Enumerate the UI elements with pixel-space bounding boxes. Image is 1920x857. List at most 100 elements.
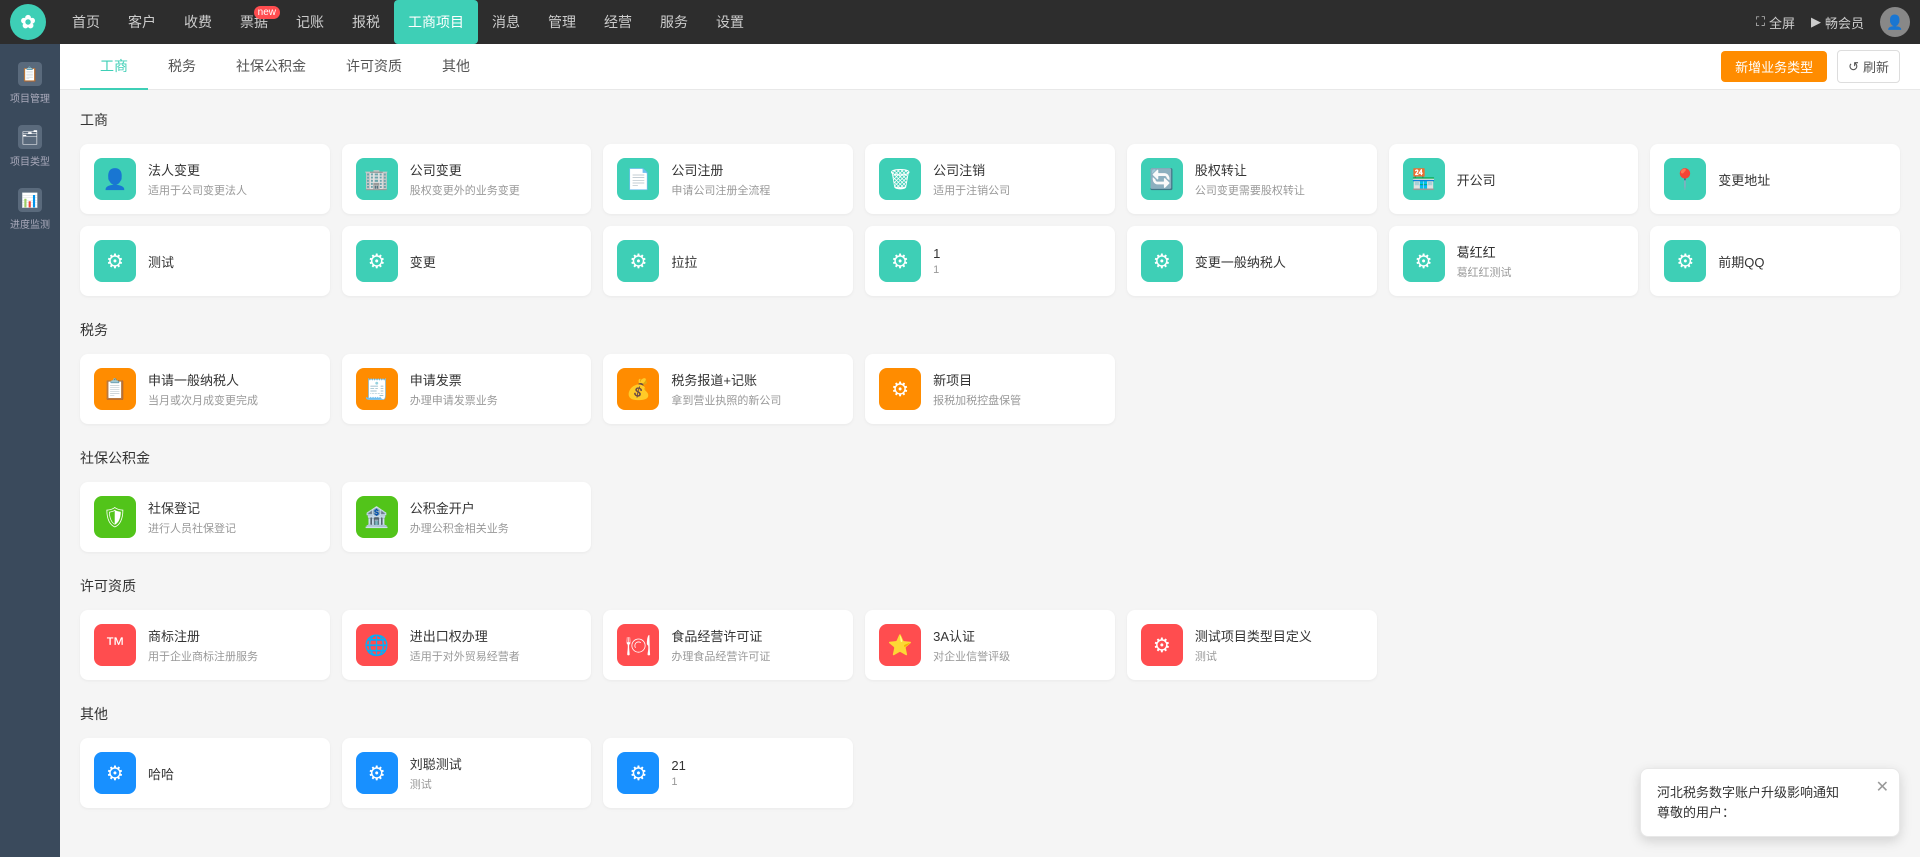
card-公司注册[interactable]: 📄 公司注册 申请公司注册全流程 bbox=[603, 144, 853, 214]
sidebar-item-项目管理[interactable]: 📋项目管理 bbox=[2, 54, 58, 113]
card-1[interactable]: ⚙ 1 1 bbox=[865, 226, 1115, 296]
card-食品经营许可证[interactable]: 🍽 食品经营许可证 办理食品经营许可证 bbox=[603, 610, 853, 680]
card-name: 股权转让 bbox=[1195, 160, 1363, 179]
card-icon: ⚙ bbox=[879, 240, 921, 282]
nav-item-工商项目[interactable]: 工商项目 bbox=[394, 0, 478, 44]
card-公司注销[interactable]: 🗑 公司注销 适用于注销公司 bbox=[865, 144, 1115, 214]
card-icon: ™ bbox=[94, 624, 136, 666]
nav-item-服务[interactable]: 服务 bbox=[646, 0, 702, 44]
nav-item-设置[interactable]: 设置 bbox=[702, 0, 758, 44]
card-变更[interactable]: ⚙ 变更 bbox=[342, 226, 592, 296]
card-变更地址[interactable]: 📍 变更地址 bbox=[1650, 144, 1900, 214]
card-desc: 报税加税控盘保管 bbox=[933, 392, 1101, 408]
card-icon: ⚙ bbox=[1664, 240, 1706, 282]
content-area: 工商税务社保公积金许可资质其他 新增业务类型 ↺ 刷新 工商 👤 法人变更 适用… bbox=[60, 44, 1920, 857]
card-icon: ⚙ bbox=[617, 752, 659, 794]
card-测试项目类型目定义[interactable]: ⚙ 测试项目类型目定义 测试 bbox=[1127, 610, 1377, 680]
card-text: 刘聪测试 测试 bbox=[410, 754, 578, 792]
card-股权转让[interactable]: 🔄 股权转让 公司变更需要股权转让 bbox=[1127, 144, 1377, 214]
sub-tab-许可资质[interactable]: 许可资质 bbox=[326, 44, 422, 90]
card-申请一般纳税人[interactable]: 📋 申请一般纳税人 当月或次月成变更完成 bbox=[80, 354, 330, 424]
card-测试[interactable]: ⚙ 测试 bbox=[80, 226, 330, 296]
card-拉拉[interactable]: ⚙ 拉拉 bbox=[603, 226, 853, 296]
section-shuiwu-title: 税务 bbox=[80, 320, 1900, 340]
card-3A认证[interactable]: ⭐ 3A认证 对企业信誉评级 bbox=[865, 610, 1115, 680]
card-icon: ⚙ bbox=[94, 240, 136, 282]
card-desc: 1 bbox=[671, 776, 839, 788]
card-变更一般纳税人[interactable]: ⚙ 变更一般纳税人 bbox=[1127, 226, 1377, 296]
sub-tab-社保公积金[interactable]: 社保公积金 bbox=[216, 44, 326, 90]
card-开公司[interactable]: 🏪 开公司 bbox=[1389, 144, 1639, 214]
card-icon: 🛡 bbox=[94, 496, 136, 538]
sub-tabs-right: 新增业务类型 ↺ 刷新 bbox=[1721, 50, 1900, 83]
nav-item-票据[interactable]: 票据new bbox=[226, 0, 282, 44]
card-法人变更[interactable]: 👤 法人变更 适用于公司变更法人 bbox=[80, 144, 330, 214]
card-name: 变更 bbox=[410, 252, 578, 271]
nav-item-经营[interactable]: 经营 bbox=[590, 0, 646, 44]
nav-item-记账[interactable]: 记账 bbox=[282, 0, 338, 44]
card-公积金开户[interactable]: 🏦 公积金开户 办理公积金相关业务 bbox=[342, 482, 592, 552]
card-name: 公积金开户 bbox=[410, 498, 578, 517]
card-社保登记[interactable]: 🛡 社保登记 进行人员社保登记 bbox=[80, 482, 330, 552]
sub-tab-工商[interactable]: 工商 bbox=[80, 44, 148, 90]
card-公司变更[interactable]: 🏢 公司变更 股权变更外的业务变更 bbox=[342, 144, 592, 214]
card-哈哈[interactable]: ⚙ 哈哈 bbox=[80, 738, 330, 808]
card-name: 法人变更 bbox=[148, 160, 316, 179]
card-text: 变更 bbox=[410, 252, 578, 271]
card-name: 1 bbox=[933, 246, 1101, 261]
fullscreen-icon: ⛶ bbox=[1756, 14, 1765, 30]
card-desc: 当月或次月成变更完成 bbox=[148, 392, 316, 408]
card-葛红红[interactable]: ⚙ 葛红红 葛红红测试 bbox=[1389, 226, 1639, 296]
refresh-button[interactable]: ↺ 刷新 bbox=[1837, 50, 1900, 83]
card-text: 21 1 bbox=[671, 758, 839, 788]
card-icon: ⚙ bbox=[617, 240, 659, 282]
nav-item-报税[interactable]: 报税 bbox=[338, 0, 394, 44]
nav-item-客户[interactable]: 客户 bbox=[114, 0, 170, 44]
card-icon: ⚙ bbox=[879, 368, 921, 410]
card-desc: 办理申请发票业务 bbox=[410, 392, 578, 408]
nav-item-消息[interactable]: 消息 bbox=[478, 0, 534, 44]
card-前期QQ[interactable]: ⚙ 前期QQ bbox=[1650, 226, 1900, 296]
card-商标注册[interactable]: ™ 商标注册 用于企业商标注册服务 bbox=[80, 610, 330, 680]
notification-close-button[interactable]: ✕ bbox=[1876, 777, 1889, 797]
nav-item-管理[interactable]: 管理 bbox=[534, 0, 590, 44]
card-name: 测试项目类型目定义 bbox=[1195, 626, 1363, 645]
card-刘聪测试[interactable]: ⚙ 刘聪测试 测试 bbox=[342, 738, 592, 808]
card-name: 公司注册 bbox=[671, 160, 839, 179]
nav-item-收费[interactable]: 收费 bbox=[170, 0, 226, 44]
card-name: 食品经营许可证 bbox=[671, 626, 839, 645]
nav-item-首页[interactable]: 首页 bbox=[58, 0, 114, 44]
sub-tab-税务[interactable]: 税务 bbox=[148, 44, 216, 90]
card-text: 拉拉 bbox=[671, 252, 839, 271]
card-desc: 葛红红测试 bbox=[1457, 264, 1625, 280]
card-申请发票[interactable]: 🧾 申请发票 办理申请发票业务 bbox=[342, 354, 592, 424]
card-icon: 🗑 bbox=[879, 158, 921, 200]
card-进出口权办理[interactable]: 🌐 进出口权办理 适用于对外贸易经营者 bbox=[342, 610, 592, 680]
card-name: 测试 bbox=[148, 252, 316, 271]
fullscreen-button[interactable]: ⛶ 全屏 bbox=[1756, 13, 1795, 32]
notification-text: 河北税务数字账户升级影响通知 尊敬的用户： bbox=[1657, 783, 1883, 822]
card-新项目[interactable]: ⚙ 新项目 报税加税控盘保管 bbox=[865, 354, 1115, 424]
section-shebao-title: 社保公积金 bbox=[80, 448, 1900, 468]
logo[interactable]: ✿ bbox=[10, 4, 46, 40]
card-desc: 测试 bbox=[410, 776, 578, 792]
card-text: 公司注销 适用于注销公司 bbox=[933, 160, 1101, 198]
sub-tabs-left: 工商税务社保公积金许可资质其他 bbox=[80, 44, 490, 90]
card-icon: ⚙ bbox=[356, 752, 398, 794]
avatar[interactable]: 👤 bbox=[1880, 7, 1910, 37]
card-name: 商标注册 bbox=[148, 626, 316, 645]
card-desc: 对企业信誉评级 bbox=[933, 648, 1101, 664]
card-税务报道+记账[interactable]: 💰 税务报道+记账 拿到营业执照的新公司 bbox=[603, 354, 853, 424]
section-qita-title: 其他 bbox=[80, 704, 1900, 724]
add-business-type-button[interactable]: 新增业务类型 bbox=[1721, 51, 1827, 82]
card-21[interactable]: ⚙ 21 1 bbox=[603, 738, 853, 808]
member-label: 畅会员 bbox=[1825, 13, 1864, 32]
sidebar-item-项目类型[interactable]: 🗂项目类型 bbox=[2, 117, 58, 176]
sidebar-item-进度监测[interactable]: 📊进度监测 bbox=[2, 180, 58, 239]
sidebar-icon: 📊 bbox=[18, 188, 42, 212]
card-text: 社保登记 进行人员社保登记 bbox=[148, 498, 316, 536]
card-text: 申请一般纳税人 当月或次月成变更完成 bbox=[148, 370, 316, 408]
member-button[interactable]: ▶ 畅会员 bbox=[1811, 13, 1864, 32]
sub-tab-其他[interactable]: 其他 bbox=[422, 44, 490, 90]
card-text: 申请发票 办理申请发票业务 bbox=[410, 370, 578, 408]
